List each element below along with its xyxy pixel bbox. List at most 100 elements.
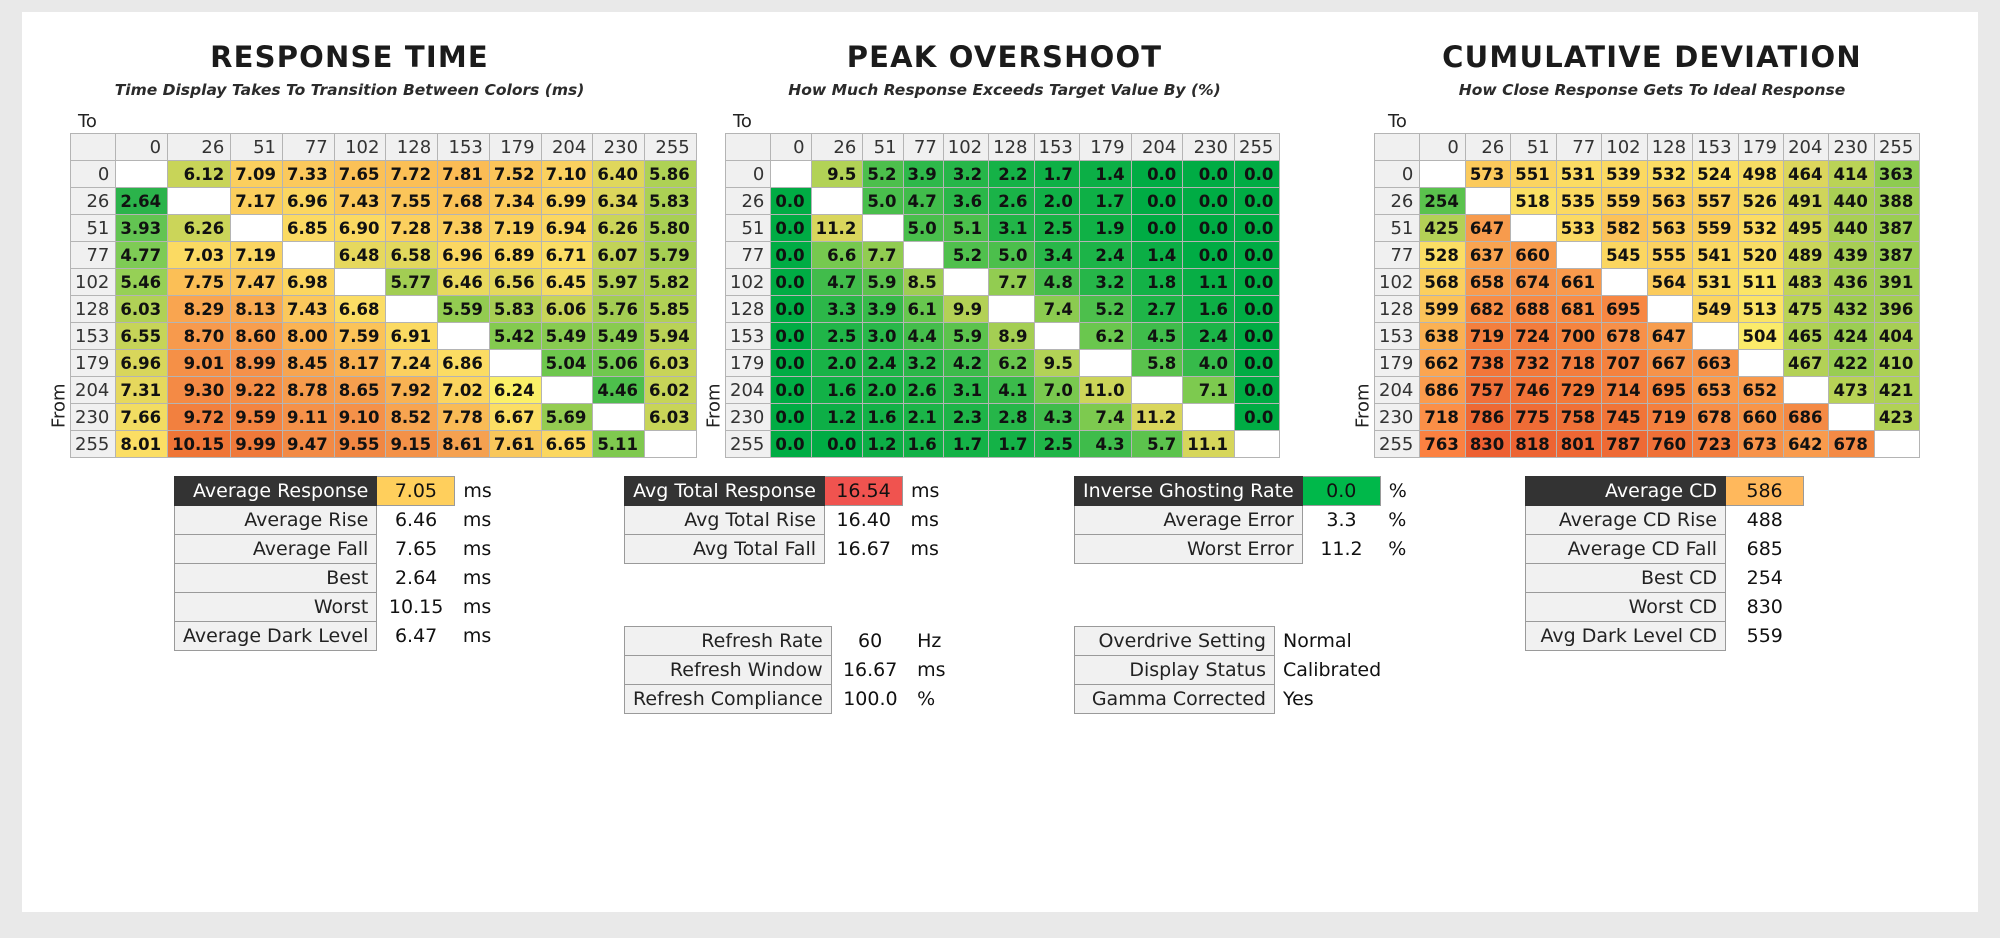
matrix-cell: 667	[1646, 349, 1694, 377]
matrix-col-header-26: 26	[167, 133, 232, 161]
value-gamma-corrected: Yes	[1283, 688, 1314, 710]
summary-row-best: Best 2.64 ms	[173, 563, 501, 593]
matrix-cell: 6.85	[282, 214, 335, 242]
value-inverse-ghosting-rate: 0.0	[1301, 476, 1381, 506]
matrix-row-header-0: 0	[1373, 160, 1421, 188]
matrix-cell: 6.68	[333, 295, 387, 323]
summary-row-refresh-window: Refresh Window 16.67 ms	[624, 655, 954, 685]
matrix-cell: 786	[1464, 403, 1512, 431]
label-avg-total-response: Avg Total Response	[624, 476, 825, 506]
matrix-cell: 0.0	[1234, 403, 1281, 431]
matrix-cell: 8.9	[988, 322, 1035, 350]
matrix-cell: 718	[1419, 403, 1466, 431]
matrix-cell: 8.29	[167, 295, 232, 323]
matrix-cell: 0.0	[1234, 295, 1281, 323]
matrix-cell: 7.68	[437, 187, 490, 215]
summary-row-average-cd-rise: Average CD Rise 488	[1525, 505, 1804, 535]
matrix-cell: 642	[1782, 430, 1830, 458]
unit-refresh-compliance: %	[917, 688, 936, 710]
matrix-cell: 9.10	[333, 403, 387, 431]
matrix-cell: 6.48	[333, 241, 387, 269]
matrix-cell: 513	[1737, 295, 1784, 323]
matrix-cell: 555	[1646, 241, 1694, 269]
matrix-cell: 9.5	[1033, 349, 1080, 377]
matrix-cell: 6.55	[115, 322, 169, 350]
matrix-cell: 9.15	[385, 430, 439, 458]
matrix-cell: 531	[1692, 268, 1739, 296]
matrix-cell: 3.2	[902, 349, 944, 377]
label-average-rise: Average Rise	[173, 505, 378, 535]
matrix-cell-diagonal	[230, 214, 283, 242]
matrix-row-header-153: 153	[1373, 322, 1421, 350]
matrix-cell: 0.0	[770, 376, 812, 404]
value-avg-total-fall: 16.67	[836, 538, 891, 560]
matrix-cell: 524	[1692, 160, 1739, 188]
matrix-cell: 0.0	[770, 295, 812, 323]
matrix-col-header-128: 128	[385, 133, 439, 161]
matrix-cell-diagonal	[1033, 322, 1080, 350]
matrix-row: 153 0.0 2.5 3.0 4.4 5.9 8.9 6.2 4.5 2.4 0.0	[724, 322, 1281, 350]
matrix-cell: 2.6	[988, 187, 1035, 215]
matrix-cell: 7.47	[230, 268, 283, 296]
matrix-cell: 688	[1510, 295, 1557, 323]
matrix-row-header-128: 128	[1373, 295, 1421, 323]
matrix-cell: 440	[1828, 214, 1875, 242]
axis-label-from-response-time: From	[48, 383, 70, 428]
matrix-cell: 511	[1737, 268, 1784, 296]
label-gamma-corrected: Gamma Corrected	[1074, 684, 1275, 714]
unit-best: ms	[462, 567, 492, 589]
matrix-cell-diagonal	[1078, 349, 1132, 377]
matrix-cell: 6.94	[540, 214, 594, 242]
matrix-cell: 0.0	[770, 268, 812, 296]
matrix-cell: 0.0	[770, 430, 812, 458]
summary-cumulative-deviation: Average CD 586 Average CD Rise 488 Avera…	[1525, 476, 1804, 651]
matrix-cell: 533	[1555, 214, 1603, 242]
matrix-row: 230 0.0 1.2 1.6 2.1 2.3 2.8 4.3 7.4 11.2 0.0	[724, 403, 1281, 431]
matrix-cell: 695	[1646, 376, 1694, 404]
matrix-cell: 745	[1601, 403, 1648, 431]
matrix-cell: 6.71	[540, 241, 594, 269]
matrix-cell: 410	[1873, 349, 1921, 377]
matrix-cell: 532	[1646, 160, 1694, 188]
matrix-cell: 4.46	[592, 376, 646, 404]
matrix-cell: 8.65	[333, 376, 387, 404]
matrix-cell: 391	[1873, 268, 1921, 296]
matrix-row: 102 0.0 4.7 5.9 8.5 7.7 4.8 3.2 1.8 1.1 0.0	[724, 268, 1281, 296]
matrix-cell: 3.2	[1078, 268, 1132, 296]
matrix-cell: 5.11	[592, 430, 646, 458]
matrix-cell: 8.78	[282, 376, 335, 404]
matrix-cell: 662	[1419, 349, 1466, 377]
matrix-cell: 535	[1555, 187, 1603, 215]
matrix-cell: 3.9	[902, 160, 944, 188]
matrix-col-header-179: 179	[1737, 133, 1784, 161]
matrix-cell: 686	[1419, 376, 1466, 404]
matrix-cell: 0.0	[810, 430, 864, 458]
matrix-cell: 3.93	[115, 214, 169, 242]
value-refresh-window: 16.67	[842, 659, 898, 681]
matrix-cell: 0.0	[1130, 160, 1184, 188]
value-best-cd: 254	[1746, 567, 1783, 589]
matrix-cell: 2.0	[862, 376, 904, 404]
label-overdrive-setting: Overdrive Setting	[1074, 626, 1275, 656]
matrix-cell: 11.1	[1182, 430, 1236, 458]
summary-row-average-response: Average Response 7.05 ms	[173, 476, 501, 506]
matrix-row: 255 763 830 818 801 787 760 723 673 642 678	[1373, 430, 1921, 458]
matrix-cell: 7.61	[488, 430, 542, 458]
matrix-col-header-77: 77	[902, 133, 944, 161]
matrix-col-header-51: 51	[862, 133, 904, 161]
matrix-cell: 439	[1828, 241, 1875, 269]
matrix-cell: 5.9	[942, 322, 990, 350]
matrix-cell: 465	[1782, 322, 1830, 350]
value-best: 2.64	[394, 567, 438, 589]
matrix-cell: 5.97	[592, 268, 646, 296]
matrix-row: 51 425 647 533 582 563 559 532 495 440 387	[1373, 214, 1921, 242]
matrix-cell: 8.13	[230, 295, 283, 323]
matrix-cell: 7.4	[1033, 295, 1080, 323]
matrix-cell: 7.38	[437, 214, 490, 242]
matrix-row: 26 2.64 7.17 6.96 7.43 7.55 7.68 7.34 6.99 6.34 5.…	[69, 187, 697, 215]
matrix-cell: 663	[1692, 349, 1739, 377]
matrix-col-header-77: 77	[282, 133, 335, 161]
matrix-cell: 1.6	[862, 403, 904, 431]
matrix-cell: 660	[1510, 241, 1557, 269]
matrix-cell: 5.49	[540, 322, 594, 350]
